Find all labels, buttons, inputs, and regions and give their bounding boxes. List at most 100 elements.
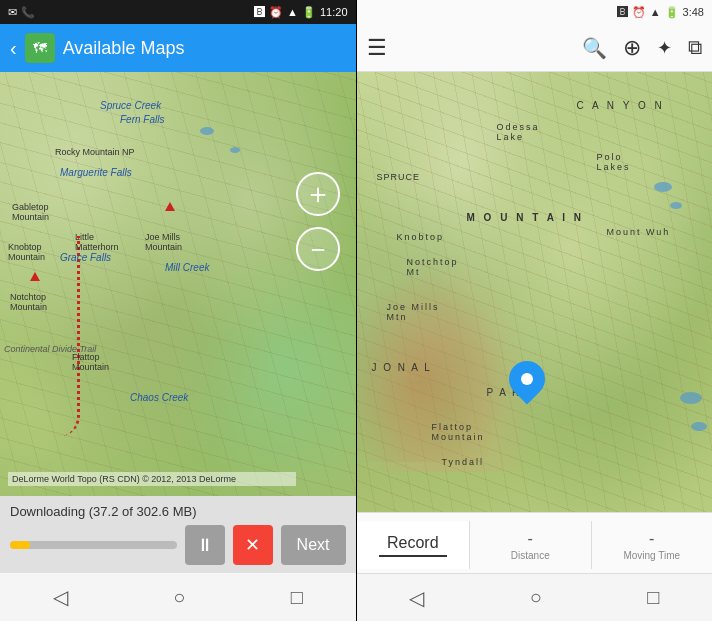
- map-marker-2: [30, 272, 40, 281]
- pin-shape: [502, 354, 553, 405]
- status-left-icons: ✉ 📞: [8, 6, 35, 19]
- waypoint-button[interactable]: ✦: [657, 37, 672, 59]
- nav-back-right[interactable]: ◁: [409, 586, 424, 610]
- record-underline: [379, 555, 447, 557]
- distance-value: -: [528, 530, 533, 548]
- zoom-out-button[interactable]: －: [296, 227, 340, 271]
- lake-r4: [691, 422, 707, 431]
- topo-map-left[interactable]: Spruce Creek Fern Falls Rocky Mountain N…: [0, 72, 356, 496]
- alarm-icon-r: ⏰: [632, 6, 646, 19]
- download-bar: Downloading (37.2 of 302.6 MB) ⏸ ✕ Next: [0, 496, 356, 573]
- search-button[interactable]: 🔍: [582, 36, 607, 60]
- target-button[interactable]: ⊕: [623, 35, 641, 61]
- label-canyon: C A N Y O N: [577, 100, 665, 111]
- record-label: Record: [387, 534, 439, 552]
- lake-2: [230, 147, 240, 153]
- menu-button[interactable]: ☰: [367, 35, 387, 61]
- moving-time-value: -: [649, 530, 654, 548]
- zoom-in-button[interactable]: ＋: [296, 172, 340, 216]
- label-fern-falls: Fern Falls: [120, 114, 164, 125]
- label-joe-mills-r: Joe MillsMtn: [387, 302, 440, 322]
- back-button[interactable]: ‹: [10, 37, 17, 60]
- nav-app-left[interactable]: □: [291, 586, 303, 609]
- label-odessa: OdessaLake: [497, 122, 540, 142]
- map-left[interactable]: Spruce Creek Fern Falls Rocky Mountain N…: [0, 72, 356, 496]
- label-chaos-creek: Chaos Creek: [130, 392, 188, 403]
- label-polo-lakes: PoloLakes: [597, 152, 631, 172]
- action-row: Record - Distance - Moving Time: [357, 521, 713, 569]
- signal-icon: ▲: [287, 6, 298, 18]
- distance-cell: - Distance: [470, 521, 592, 569]
- label-mount-wuh: Mount Wuh: [607, 227, 671, 237]
- label-tyndall: Tyndall: [442, 457, 485, 467]
- nav-home-left[interactable]: ○: [173, 586, 185, 609]
- app-icon: 🗺: [25, 33, 55, 63]
- right-panel: 🅱 ⏰ ▲ 🔋 3:48 ☰ 🔍 ⊕ ✦ ⧉ C A N Y O N SPRUC: [357, 0, 713, 621]
- trail-path: [0, 236, 80, 436]
- progress-fill: [10, 541, 30, 549]
- cancel-button[interactable]: ✕: [233, 525, 273, 565]
- phone-icon: 📞: [21, 6, 35, 19]
- label-mill-creek: Mill Creek: [165, 262, 209, 273]
- label-marguerite: Marguerite Falls: [60, 167, 132, 178]
- pause-button[interactable]: ⏸: [185, 525, 225, 565]
- left-panel: ✉ 📞 🅱 ⏰ ▲ 🔋 11:20 ‹ 🗺 Available Maps: [0, 0, 356, 621]
- status-right-icons-r: 🅱 ⏰ ▲ 🔋 3:48: [617, 6, 704, 19]
- bottom-action-bar: Record - Distance - Moving Time: [357, 512, 713, 573]
- lake-r3: [680, 392, 702, 404]
- alarm-icon: ⏰: [269, 6, 283, 19]
- nav-home-right[interactable]: ○: [530, 586, 542, 609]
- label-jonal: J O N A L: [372, 362, 432, 373]
- contour-shading: [357, 262, 517, 462]
- lake-r2: [670, 202, 682, 209]
- download-info: Downloading (37.2 of 302.6 MB): [10, 504, 346, 519]
- battery-icon-r: 🔋: [665, 6, 679, 19]
- status-bar-left: ✉ 📞 🅱 ⏰ ▲ 🔋 11:20: [0, 0, 356, 24]
- minus-icon: －: [304, 230, 332, 268]
- location-pin: [509, 361, 545, 397]
- status-bar-right: 🅱 ⏰ ▲ 🔋 3:48: [357, 0, 713, 24]
- nav-back-left[interactable]: ◁: [53, 585, 68, 609]
- copyright-text: DeLorme World Topo (RS CDN) © 2012, 2013…: [8, 472, 296, 486]
- map-right[interactable]: C A N Y O N SPRUCE M O U N T A I N PoloL…: [357, 72, 713, 512]
- next-button[interactable]: Next: [281, 525, 346, 565]
- app-header: ‹ 🗺 Available Maps: [0, 24, 356, 72]
- time-right: 3:48: [683, 6, 704, 18]
- label-gabletop: GabletopMountain: [12, 202, 49, 222]
- moving-time-cell: - Moving Time: [592, 521, 713, 569]
- topo-map-right[interactable]: C A N Y O N SPRUCE M O U N T A I N PoloL…: [357, 72, 713, 512]
- email-icon: ✉: [8, 6, 17, 19]
- record-button[interactable]: Record: [357, 521, 471, 569]
- label-joe-mills: Joe MillsMountain: [145, 232, 182, 252]
- layers-button[interactable]: ⧉: [688, 36, 702, 59]
- nav-app-right[interactable]: □: [647, 586, 659, 609]
- map-marker-1: [165, 202, 175, 211]
- pause-icon: ⏸: [196, 535, 214, 556]
- time-left: 11:20: [320, 6, 348, 18]
- nav-bar-left: ◁ ○ □: [0, 573, 356, 621]
- cancel-icon: ✕: [245, 534, 260, 556]
- lake-1: [200, 127, 214, 135]
- bluetooth-icon-r: 🅱: [617, 6, 628, 18]
- label-flattop-r: FlattopMountain: [432, 422, 485, 442]
- label-spruce: SPRUCE: [377, 172, 421, 182]
- toolbar-right: ☰ 🔍 ⊕ ✦ ⧉: [357, 24, 713, 72]
- pin-inner: [521, 373, 533, 385]
- lake-r1: [654, 182, 672, 192]
- signal-icon-r: ▲: [650, 6, 661, 18]
- plus-icon: ＋: [304, 175, 332, 213]
- label-mountain: M O U N T A I N: [467, 212, 585, 223]
- bluetooth-icon: 🅱: [254, 6, 265, 18]
- distance-label: Distance: [511, 550, 550, 561]
- nav-bar-right: ◁ ○ □: [357, 573, 713, 621]
- label-rmnp: Rocky Mountain NP: [55, 147, 135, 157]
- bottom-controls: ⏸ ✕ Next: [10, 525, 346, 565]
- status-right-icons: 🅱 ⏰ ▲ 🔋 11:20: [254, 6, 347, 19]
- battery-icon: 🔋: [302, 6, 316, 19]
- label-little-matterhorn: LittleMatterhorn: [75, 232, 119, 252]
- moving-time-label: Moving Time: [623, 550, 680, 561]
- progress-bar: [10, 541, 177, 549]
- page-title: Available Maps: [63, 38, 185, 59]
- label-notchtop-r: NotchtopMt: [407, 257, 459, 277]
- label-knobtop-r: Knobtop: [397, 232, 445, 242]
